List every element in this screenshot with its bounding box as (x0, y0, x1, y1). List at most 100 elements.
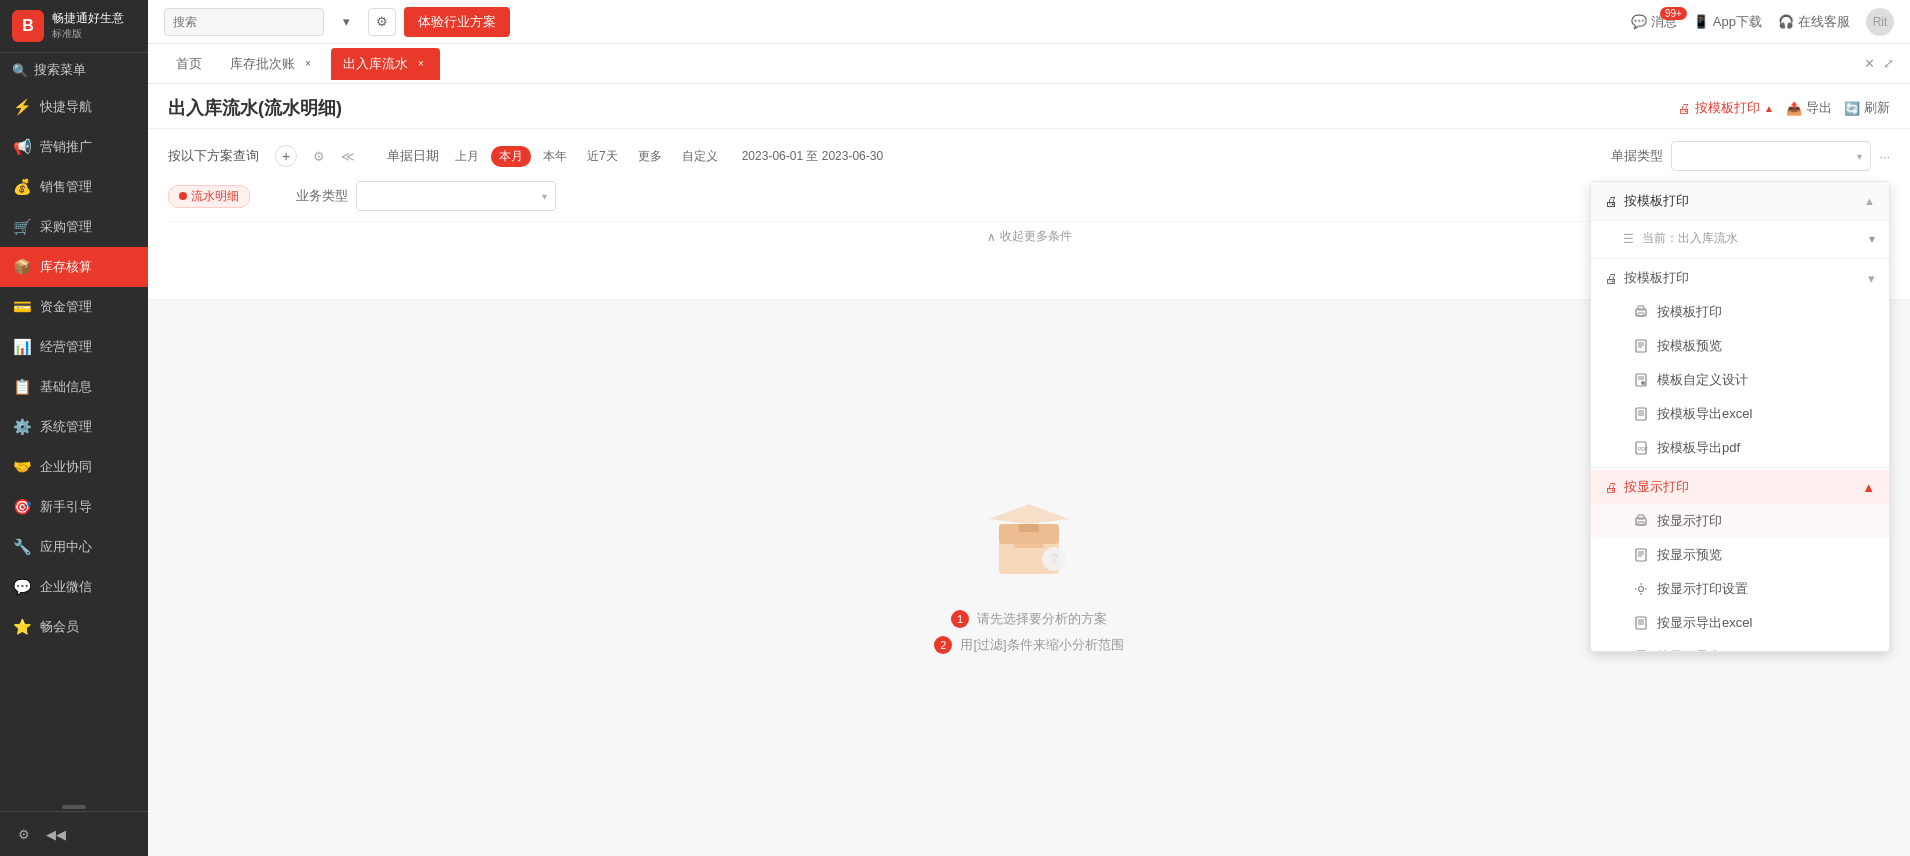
sidebar-item-sales[interactable]: 💰 销售管理 (0, 167, 148, 207)
date-tab-more[interactable]: 更多 (630, 146, 670, 167)
customer-service-button[interactable]: 🎧 在线客服 (1778, 13, 1850, 31)
service-label: 在线客服 (1798, 13, 1850, 31)
step-1-number: 1 (951, 610, 969, 628)
refresh-button[interactable]: 🔄 刷新 (1844, 99, 1890, 117)
filter-date-section: 单据日期 上月 本月 本年 近7天 更多 自定义 2023-06-01 至 20… (387, 146, 883, 167)
svg-text:PDF: PDF (1638, 446, 1648, 452)
display-print-label: 按显示打印 (1657, 512, 1722, 530)
filter-collapse-icon[interactable]: ≪ (341, 149, 355, 164)
display-print-action[interactable]: 按显示打印 (1591, 504, 1889, 538)
divider-1 (1591, 258, 1889, 259)
template-preview-action[interactable]: 按模板预览 (1591, 329, 1889, 363)
print-dropdown-panel: 🖨 按模板打印 ▲ ☰ 当前：出入库流水 ▾ 🖨 按模板打印 (1590, 181, 1890, 652)
messages-button[interactable]: 💬 消息 99+ (1631, 13, 1677, 31)
sidebar-item-wechat[interactable]: 💬 企业微信 (0, 567, 148, 607)
svg-rect-4 (1014, 544, 1044, 548)
date-tab-7days[interactable]: 近7天 (579, 146, 626, 167)
tab-flow-close[interactable]: × (414, 57, 428, 71)
page-title: 出入库流水(流水明细) (168, 96, 342, 120)
template-pdf-action[interactable]: PDF 按模板导出pdf (1591, 431, 1889, 465)
guide-icon: 🎯 (12, 497, 32, 517)
display-excel-action[interactable]: 按显示导出excel (1591, 606, 1889, 640)
header-dropdown-button[interactable]: ▾ (332, 8, 360, 36)
template-print-section[interactable]: 🖨 按模板打印 ▾ (1591, 261, 1889, 295)
app-download-button[interactable]: 📱 App下载 (1693, 13, 1762, 31)
sidebar-footer: ⚙ ◀◀ (0, 811, 148, 856)
svg-point-32 (1639, 587, 1644, 592)
template-excel-action[interactable]: 按模板导出excel (1591, 397, 1889, 431)
template-custom-design-action[interactable]: 模板自定义设计 (1591, 363, 1889, 397)
filter-tag-flow-detail[interactable]: 流水明细 (168, 185, 250, 208)
sidebar-item-corp[interactable]: 🤝 企业协同 (0, 447, 148, 487)
sidebar-collapse-button[interactable]: ◀◀ (44, 822, 68, 846)
sidebar-item-purchase[interactable]: 🛒 采购管理 (0, 207, 148, 247)
filter-add-button[interactable]: + (275, 145, 297, 167)
tab-home[interactable]: 首页 (164, 48, 214, 80)
sidebar-item-label: 企业微信 (40, 578, 92, 596)
sidebar-item-basics[interactable]: 📋 基础信息 (0, 367, 148, 407)
more-options-dots[interactable]: ··· (1879, 149, 1890, 164)
service-icon: 🎧 (1778, 14, 1794, 29)
date-tab-this-year[interactable]: 本年 (535, 146, 575, 167)
sub-print-icon (1633, 304, 1649, 320)
sidebar-settings-button[interactable]: ⚙ (12, 822, 36, 846)
dropdown-current-item: ☰ 当前：出入库流水 ▾ (1591, 221, 1889, 256)
sidebar-item-guide[interactable]: 🎯 新手引导 (0, 487, 148, 527)
tab-maximize-button[interactable]: ⤢ (1883, 56, 1894, 71)
sidebar-item-marketing[interactable]: 📢 营销推广 (0, 127, 148, 167)
sidebar-item-operations[interactable]: 📊 经营管理 (0, 327, 148, 367)
biz-type-select[interactable]: ▾ (356, 181, 556, 211)
display-print-section[interactable]: 🖨 按显示打印 ▲ (1591, 470, 1889, 504)
header-search-input[interactable] (164, 8, 324, 36)
sidebar-item-members[interactable]: ⭐ 畅会员 (0, 607, 148, 647)
dropdown-up-arrow[interactable]: ▲ (1864, 195, 1875, 207)
filter-settings-icon[interactable]: ⚙ (313, 149, 325, 164)
date-tab-custom[interactable]: 自定义 (674, 146, 726, 167)
sidebar-item-label: 采购管理 (40, 218, 92, 236)
sidebar-search[interactable]: 🔍 搜索菜单 (0, 53, 148, 87)
display-pdf-action[interactable]: PDF 按显示导出pdf (1591, 640, 1889, 651)
voucher-type-select[interactable]: ▾ (1671, 141, 1871, 171)
sidebar-logo-info: 畅捷通好生意 标准版 (52, 11, 124, 41)
tab-flow-label: 出入库流水 (343, 55, 408, 73)
export-icon: 📤 (1786, 101, 1802, 116)
tab-batch[interactable]: 库存批次账 × (218, 48, 327, 80)
sidebar-item-label: 营销推广 (40, 138, 92, 156)
sidebar-item-apps[interactable]: 🔧 应用中心 (0, 527, 148, 567)
collapse-label: 收起更多条件 (1000, 228, 1072, 245)
date-tab-this-month[interactable]: 本月 (491, 146, 531, 167)
tab-flow[interactable]: 出入库流水 × (331, 48, 440, 80)
display-print-settings-action[interactable]: 按显示打印设置 (1591, 572, 1889, 606)
date-tab-last-month[interactable]: 上月 (447, 146, 487, 167)
tab-batch-close[interactable]: × (301, 57, 315, 71)
sidebar-logo: B 畅捷通好生意 标准版 (0, 0, 148, 53)
sub-pdf-icon: PDF (1633, 440, 1649, 456)
sales-icon: 💰 (12, 177, 32, 197)
export-label: 导出 (1806, 99, 1832, 117)
export-button[interactable]: 📤 导出 (1786, 99, 1832, 117)
tab-close-button[interactable]: ✕ (1864, 56, 1875, 71)
print-template-button[interactable]: 🖨 按模板打印 ▲ (1678, 99, 1774, 117)
template-section-label: 按模板打印 (1624, 269, 1689, 287)
current-item-icon: ☰ (1623, 232, 1634, 246)
sidebar-item-finance[interactable]: 💳 资金管理 (0, 287, 148, 327)
sidebar-item-label: 畅会员 (40, 618, 79, 636)
biz-type-label: 业务类型 (296, 187, 348, 205)
sidebar-item-inventory[interactable]: 📦 库存核算 (0, 247, 148, 287)
empty-step-2: 2 用[过滤]条件来缩小分析范围 (934, 636, 1123, 654)
dropdown-header: 🖨 按模板打印 ▲ (1591, 182, 1889, 221)
sidebar-item-system[interactable]: ⚙️ 系统管理 (0, 407, 148, 447)
sidebar-item-label: 快捷导航 (40, 98, 92, 116)
date-label: 单据日期 (387, 147, 439, 165)
user-avatar-button[interactable]: Rit (1866, 8, 1894, 36)
app-icon: 📱 (1693, 14, 1709, 29)
marketing-icon: 📢 (12, 137, 32, 157)
display-print-icon: 🖨 (1605, 480, 1618, 495)
trial-button[interactable]: 体验行业方案 (404, 7, 510, 37)
display-preview-action[interactable]: 按显示预览 (1591, 538, 1889, 572)
tab-batch-label: 库存批次账 (230, 55, 295, 73)
sidebar-item-quick-nav[interactable]: ⚡ 快捷导航 (0, 87, 148, 127)
template-print-action[interactable]: 按模板打印 (1591, 295, 1889, 329)
header-settings-button[interactable]: ⚙ (368, 8, 396, 36)
content-area: 出入库流水(流水明细) 🖨 按模板打印 ▲ 📤 导出 🔄 刷新 (148, 84, 1910, 856)
